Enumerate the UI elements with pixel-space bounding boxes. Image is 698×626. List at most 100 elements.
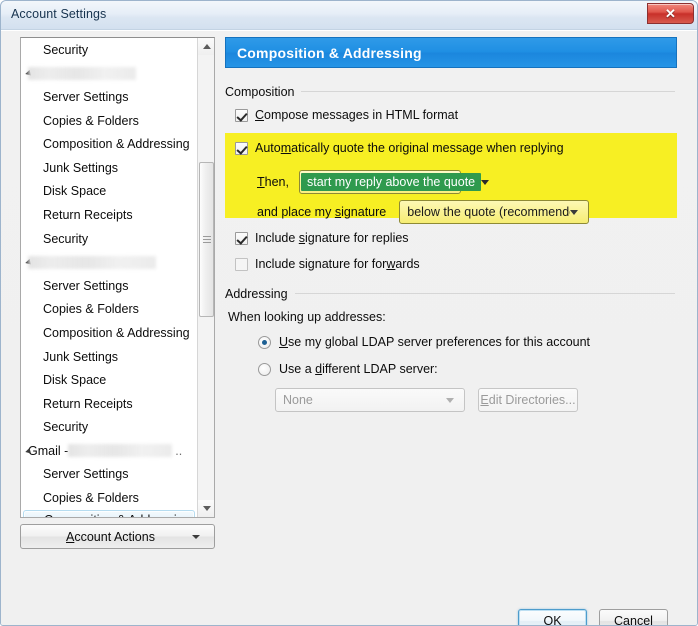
tree-item-label: Junk Settings [43, 349, 119, 364]
include-signature-forwards-checkbox[interactable] [235, 257, 248, 271]
tree-item-suffix: .. [175, 443, 183, 458]
sidebar-item-junk-settings[interactable]: Junk Settings [21, 345, 199, 369]
sidebar-item-disk-space[interactable]: Disk Space [21, 180, 199, 204]
reply-position-row: Then, start my reply above the quote [257, 170, 490, 194]
chevron-down-icon [481, 179, 490, 185]
reply-position-value: start my reply above the quote [300, 173, 482, 191]
scroll-down-arrow-icon[interactable] [198, 500, 214, 517]
tree-item-label: Server Settings [43, 467, 129, 482]
ldap-directory-dropdown[interactable]: None [275, 388, 465, 412]
include-signature-replies-label: Include signature for replies [255, 231, 409, 245]
tree-group-header[interactable]: Gmail - .. [21, 439, 199, 463]
sidebar-item-return-receipts[interactable]: Return Receipts [21, 392, 199, 416]
tree-group-header[interactable] [21, 250, 199, 274]
sidebar-item-composition-addressing[interactable]: Composition & Addressing [21, 321, 199, 345]
account-actions-label: Account Actions [66, 529, 155, 544]
scrollbar-thumb[interactable] [199, 162, 214, 317]
composition-group: Composition Compose messages in HTML for… [225, 83, 677, 300]
sidebar-item-security[interactable]: Security [21, 227, 199, 251]
window-title: Account Settings [11, 7, 107, 21]
sidebar-item-server-settings[interactable]: Server Settings [21, 463, 199, 487]
global-ldap-row[interactable]: Use my global LDAP server preferences fo… [258, 335, 590, 349]
different-ldap-row[interactable]: Use a different LDAP server: [258, 362, 438, 376]
compose-html-row[interactable]: Compose messages in HTML format [235, 108, 458, 122]
accounts-tree-list: Security Server Settings Copies & Folders C… [21, 38, 199, 517]
close-icon: ✕ [665, 6, 676, 21]
sidebar-item-composition-addressing[interactable]: Composition & Addressing [21, 132, 199, 156]
lookup-addresses-text: When looking up addresses: [228, 310, 386, 324]
edit-directories-button[interactable]: Edit Directories... [478, 388, 578, 412]
close-button[interactable]: ✕ [647, 3, 694, 24]
sidebar-item-disk-space[interactable]: Disk Space [21, 368, 199, 392]
ok-label: OK [543, 614, 562, 626]
ok-button[interactable]: OK [518, 609, 587, 626]
tree-item-label: Security [43, 42, 89, 57]
addressing-body: When looking up addresses: Use my global… [225, 302, 677, 422]
signature-position-label: and place my signature [257, 205, 387, 219]
composition-legend: Composition [225, 83, 677, 100]
signature-position-row: and place my signature below the quote (… [257, 200, 590, 224]
tree-item-label: Security [43, 420, 89, 435]
composition-body: Compose messages in HTML format Automati… [225, 100, 677, 300]
chevron-down-icon [192, 534, 200, 539]
tree-item-label: Gmail - [28, 443, 69, 458]
chevron-down-icon [446, 397, 454, 403]
settings-pane: Composition & Addressing Composition Com… [225, 37, 679, 582]
scroll-up-arrow-icon[interactable] [198, 38, 214, 55]
tree-group-header[interactable] [21, 62, 199, 86]
sidebar-item-composition-addressing[interactable]: Composition & Addressing [23, 509, 195, 517]
cancel-label: Cancel [614, 614, 653, 626]
tree-item-label: Security [43, 231, 89, 246]
cancel-button[interactable]: Cancel [599, 609, 668, 626]
addressing-legend-label: Addressing [225, 286, 288, 301]
chevron-down-icon [570, 209, 579, 215]
legend-rule [294, 293, 675, 294]
compose-html-label-rest: ompose messages in HTML format [264, 108, 459, 122]
accounts-tree-scrollbar[interactable] [197, 38, 214, 517]
auto-quote-checkbox[interactable] [235, 141, 248, 155]
sidebar-item-return-receipts[interactable]: Return Receipts [21, 203, 199, 227]
accounts-tree[interactable]: Security Server Settings Copies & Folders C… [20, 37, 215, 518]
compose-html-label: Compose messages in HTML format [255, 108, 459, 122]
include-signature-replies-row[interactable]: Include signature for replies [235, 231, 409, 245]
sidebar-item-copies-folders[interactable]: Copies & Folders [21, 486, 199, 510]
tree-item-label: Disk Space [43, 184, 107, 199]
lookup-addresses-label: When looking up addresses: [228, 310, 386, 324]
tree-item-label: Copies & Folders [43, 491, 139, 506]
sidebar-item-server-settings[interactable]: Server Settings [21, 85, 199, 109]
tree-item-label: Composition & Addressing [43, 137, 190, 152]
scrollbar-grip-icon [203, 235, 211, 244]
sidebar-item-security[interactable]: Security [21, 416, 199, 440]
tree-item-label: Composition & Addressing [44, 513, 191, 517]
tree-item-label: Copies & Folders [43, 302, 139, 317]
include-signature-replies-checkbox[interactable] [235, 231, 248, 245]
sidebar-item-security[interactable]: Security [21, 38, 199, 62]
sidebar-item-copies-folders[interactable]: Copies & Folders [21, 109, 199, 133]
include-signature-forwards-row[interactable]: Include signature for forwards [235, 257, 420, 271]
account-actions-button[interactable]: Account Actions [20, 524, 215, 549]
different-ldap-radio[interactable] [258, 362, 271, 376]
directory-controls-row: None Edit Directories... [275, 388, 578, 412]
edit-directories-label: Edit Directories... [480, 393, 576, 407]
tree-item-label: Server Settings [43, 89, 129, 104]
sidebar-item-server-settings[interactable]: Server Settings [21, 274, 199, 298]
dialog-body: Security Server Settings Copies & Folders C… [1, 30, 697, 626]
compose-html-checkbox[interactable] [235, 108, 248, 122]
redacted-account-name [68, 444, 173, 458]
tree-item-label: Composition & Addressing [43, 325, 190, 340]
account-settings-window: Account Settings ✕ Security Server Settin… [0, 0, 698, 626]
addressing-group: Addressing When looking up addresses: Us… [225, 285, 677, 422]
redacted-account-name [28, 66, 136, 80]
sidebar-item-junk-settings[interactable]: Junk Settings [21, 156, 199, 180]
auto-quote-row[interactable]: Automatically quote the original message… [235, 141, 564, 155]
signature-position-value: below the quote (recommended) [407, 205, 571, 219]
signature-position-dropdown[interactable]: below the quote (recommended) [399, 200, 590, 224]
sidebar-item-copies-folders[interactable]: Copies & Folders [21, 298, 199, 322]
reply-position-dropdown[interactable]: start my reply above the quote [298, 170, 490, 194]
title-bar: Account Settings ✕ [1, 1, 697, 30]
composition-legend-label: Composition [225, 84, 295, 99]
tree-item-label: Server Settings [43, 278, 129, 293]
global-ldap-radio[interactable] [258, 335, 271, 349]
different-ldap-label: Use a different LDAP server: [279, 362, 438, 376]
ldap-directory-value: None [283, 393, 313, 407]
